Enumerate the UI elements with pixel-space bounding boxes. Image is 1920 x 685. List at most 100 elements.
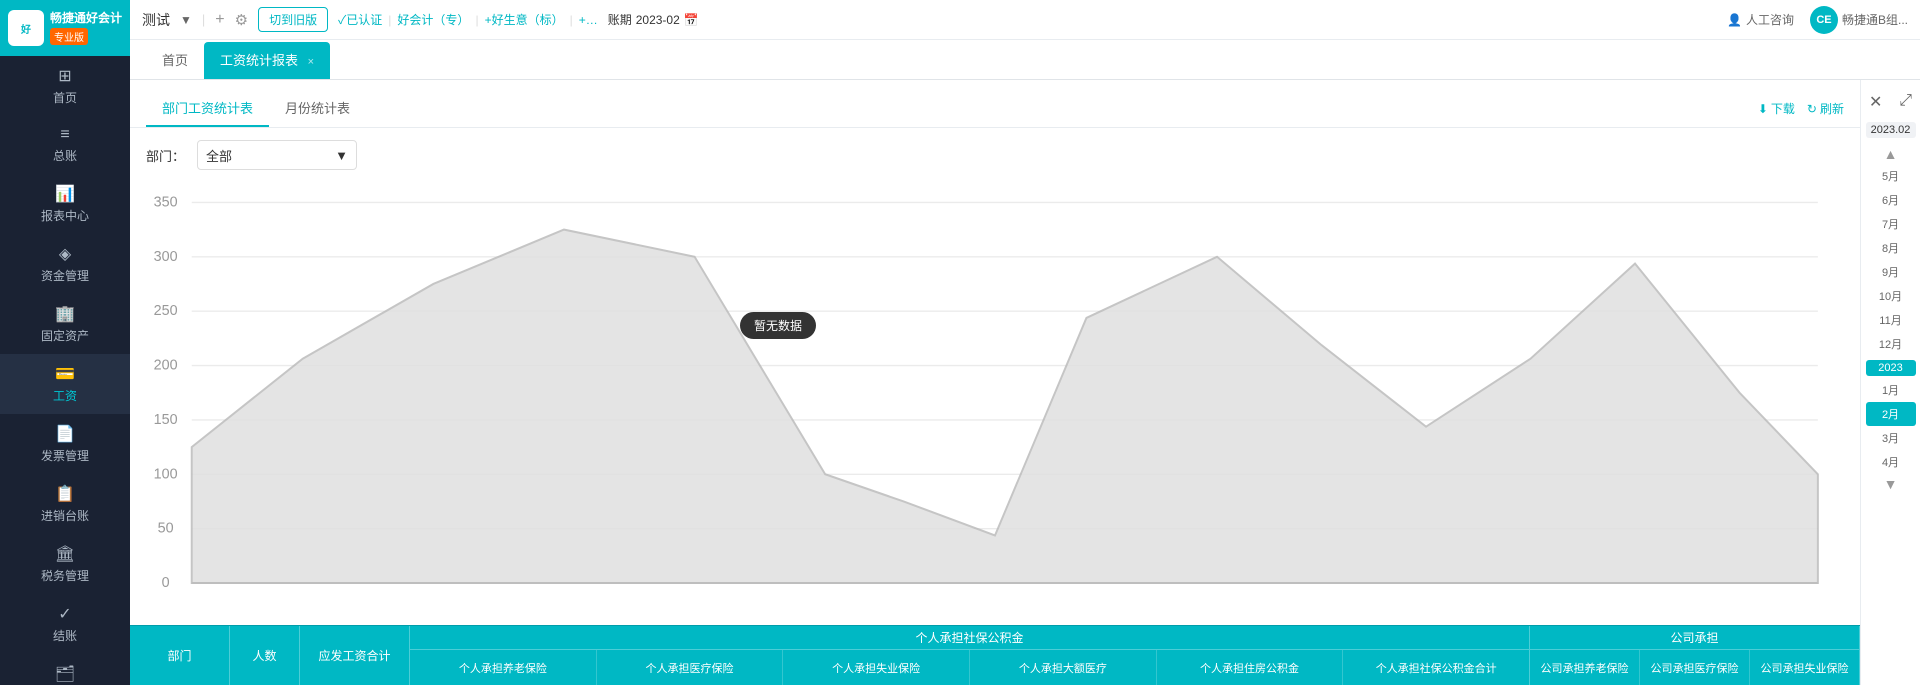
topbar-status: ✓已认证 | 好会计（专） | +好生意（标） | +… — [338, 11, 598, 28]
subtab-dept-label: 部门工资统计表 — [162, 101, 253, 116]
th-unemployment: 个人承担失业保险 — [783, 650, 970, 685]
tab-home[interactable]: 首页 — [146, 42, 204, 79]
subtabs-toolbar: ⬇ 下载 ↻ 刷新 — [1758, 100, 1844, 117]
th-count: 人数 — [230, 626, 300, 685]
month-jul[interactable]: 7月 — [1866, 212, 1916, 236]
th-group-company: 公司承担 公司承担养老保险 公司承担医疗保险 公司承担失业保险 — [1530, 626, 1860, 685]
tab-payroll-stats[interactable]: 工资统计报表 × — [204, 42, 330, 79]
th-medical: 个人承担医疗保险 — [597, 650, 784, 685]
th-group-children: 个人承担养老保险 个人承担医疗保险 个人承担失业保险 个人承担大额医疗 — [410, 650, 1529, 685]
subtab-monthly[interactable]: 月份统计表 — [269, 90, 366, 127]
invoice-icon: 📄 — [55, 424, 75, 444]
ledger-icon: ≡ — [60, 126, 69, 144]
content-area: 部门工资统计表 月份统计表 ⬇ 下载 ↻ 刷新 — [130, 80, 1920, 685]
panel-close-btn[interactable]: ✕ — [1865, 88, 1886, 116]
dept-select-value: 全部 — [206, 146, 232, 165]
content-main: 部门工资统计表 月份统计表 ⬇ 下载 ↻ 刷新 — [130, 80, 1860, 685]
refresh-label: 刷新 — [1820, 100, 1844, 117]
th-total-social: 个人承担社保公积金合计 — [1343, 650, 1529, 685]
tab-close-btn[interactable]: × — [308, 56, 314, 68]
sidebar: 好 畅捷通好会计 专业版 ⊞ 首页 ≡ 总账 📊 报表中心 ◈ — [0, 0, 130, 685]
month-mar[interactable]: 3月 — [1866, 426, 1916, 450]
calendar-icon[interactable]: 📅 — [684, 13, 699, 27]
month-apr[interactable]: 4月 — [1866, 450, 1916, 474]
dept-filter-label: 部门： — [146, 146, 185, 165]
current-period-label: 2023.02 — [1866, 122, 1916, 138]
logo-badge: 专业版 — [50, 28, 88, 45]
month-dec[interactable]: 12月 — [1866, 332, 1916, 356]
assets-icon: 🏢 — [55, 304, 75, 324]
svg-text:300: 300 — [154, 249, 178, 265]
sidebar-item-tax[interactable]: 🏛 税务管理 — [0, 534, 130, 594]
download-label: 下载 — [1771, 100, 1795, 117]
th-pension: 个人承担养老保险 — [410, 650, 597, 685]
scroll-up-btn[interactable]: ▲ — [1882, 144, 1900, 164]
sidebar-item-label: 总账 — [53, 147, 77, 164]
sidebar-item-home[interactable]: ⊞ 首页 — [0, 56, 130, 116]
sidebar-item-label: 首页 — [53, 89, 77, 106]
topbar-title: 测试 — [142, 10, 170, 30]
sidebar-item-ledger[interactable]: ≡ 总账 — [0, 116, 130, 174]
reports-icon: 📊 — [55, 184, 75, 204]
svg-text:200: 200 — [154, 357, 178, 373]
topbar-add-btn[interactable]: + — [215, 11, 224, 29]
refresh-icon: ↻ — [1807, 102, 1817, 116]
sidebar-item-label: 固定资产 — [41, 327, 89, 344]
subtab-dept[interactable]: 部门工资统计表 — [146, 90, 269, 127]
download-btn[interactable]: ⬇ 下载 — [1758, 100, 1795, 117]
sidebar-item-label: 发票管理 — [41, 447, 89, 464]
status-sep2: | — [475, 13, 478, 27]
sidebar-item-reports[interactable]: 📊 报表中心 — [0, 174, 130, 234]
home-icon: ⊞ — [58, 66, 71, 86]
month-jan[interactable]: 1月 — [1866, 378, 1916, 402]
download-icon: ⬇ — [1758, 102, 1768, 116]
sidebar-item-label: 资金管理 — [41, 267, 89, 284]
dept-select[interactable]: 全部 ▼ — [197, 140, 357, 170]
month-oct[interactable]: 10月 — [1866, 284, 1916, 308]
switch-to-old-btn[interactable]: 切到旧版 — [258, 7, 328, 32]
ai-label: 人工咨询 — [1746, 11, 1794, 28]
topbar-gear-btn[interactable]: ⚙ — [235, 11, 248, 29]
topbar-right: 👤 人工咨询 CE 畅捷通B组... — [1727, 6, 1908, 34]
main-content: 测试 ▼ | + ⚙ 切到旧版 ✓已认证 | 好会计（专） | +好生意（标） … — [130, 0, 1920, 685]
topbar-user-menu[interactable]: CE 畅捷通B组... — [1810, 6, 1908, 34]
sidebar-item-funds[interactable]: ◈ 资金管理 — [0, 234, 130, 294]
topbar-dropdown[interactable]: ▼ — [180, 13, 192, 27]
svg-text:350: 350 — [154, 194, 178, 210]
sidebar-item-payroll[interactable]: 💳 工资 — [0, 354, 130, 414]
sidebar-item-archive[interactable]: 🗂 归档管理 — [0, 654, 130, 685]
panel-expand-btn[interactable]: ⤢ — [1895, 88, 1916, 116]
topbar-ai-consult[interactable]: 👤 人工咨询 — [1727, 11, 1794, 28]
table-header: 部门 人数 应发工资合计 个人承担社保公积金 个人承担养老保险 — [130, 625, 1860, 685]
right-panel: ✕ ⤢ 2023.02 ▲ 5月 6月 7月 — [1860, 80, 1920, 685]
month-nov[interactable]: 11月 — [1866, 308, 1916, 332]
logo-name: 畅捷通好会计 — [50, 11, 122, 27]
sidebar-item-label: 税务管理 — [41, 567, 89, 584]
archive-icon: 🗂 — [55, 664, 75, 684]
status-sep3: | — [570, 13, 573, 27]
sidebar-item-assets[interactable]: 🏢 固定资产 — [0, 294, 130, 354]
sidebar-item-settlement[interactable]: ✓ 结账 — [0, 594, 130, 654]
th-co-pension: 公司承担养老保险 — [1530, 650, 1640, 685]
month-may[interactable]: 5月 — [1866, 164, 1916, 188]
month-jun[interactable]: 6月 — [1866, 188, 1916, 212]
sidebar-item-sales[interactable]: 📋 进销台账 — [0, 474, 130, 534]
user-avatar: CE — [1810, 6, 1838, 34]
scroll-down-btn[interactable]: ▼ — [1882, 474, 1900, 494]
year-2023-section: 5月 6月 7月 8月 9月 10月 — [1861, 164, 1920, 474]
sidebar-item-label: 报表中心 — [41, 207, 89, 224]
th-co-group-label: 公司承担 — [1530, 626, 1859, 650]
month-sep[interactable]: 9月 — [1866, 260, 1916, 284]
month-aug[interactable]: 8月 — [1866, 236, 1916, 260]
status-sep: | — [388, 13, 391, 27]
dropdown-arrow: ▼ — [180, 13, 192, 27]
refresh-btn[interactable]: ↻ 刷新 — [1807, 100, 1844, 117]
th-total-salary: 应发工资合计 — [300, 626, 410, 685]
year-badge-2023: 2023 — [1866, 360, 1916, 376]
svg-text:150: 150 — [154, 412, 178, 428]
funds-icon: ◈ — [59, 244, 71, 264]
month-feb-active[interactable]: 2月 — [1866, 402, 1916, 426]
sidebar-item-label: 工资 — [53, 387, 77, 404]
period-label: 账期 — [608, 11, 632, 28]
sidebar-item-invoice[interactable]: 📄 发票管理 — [0, 414, 130, 474]
